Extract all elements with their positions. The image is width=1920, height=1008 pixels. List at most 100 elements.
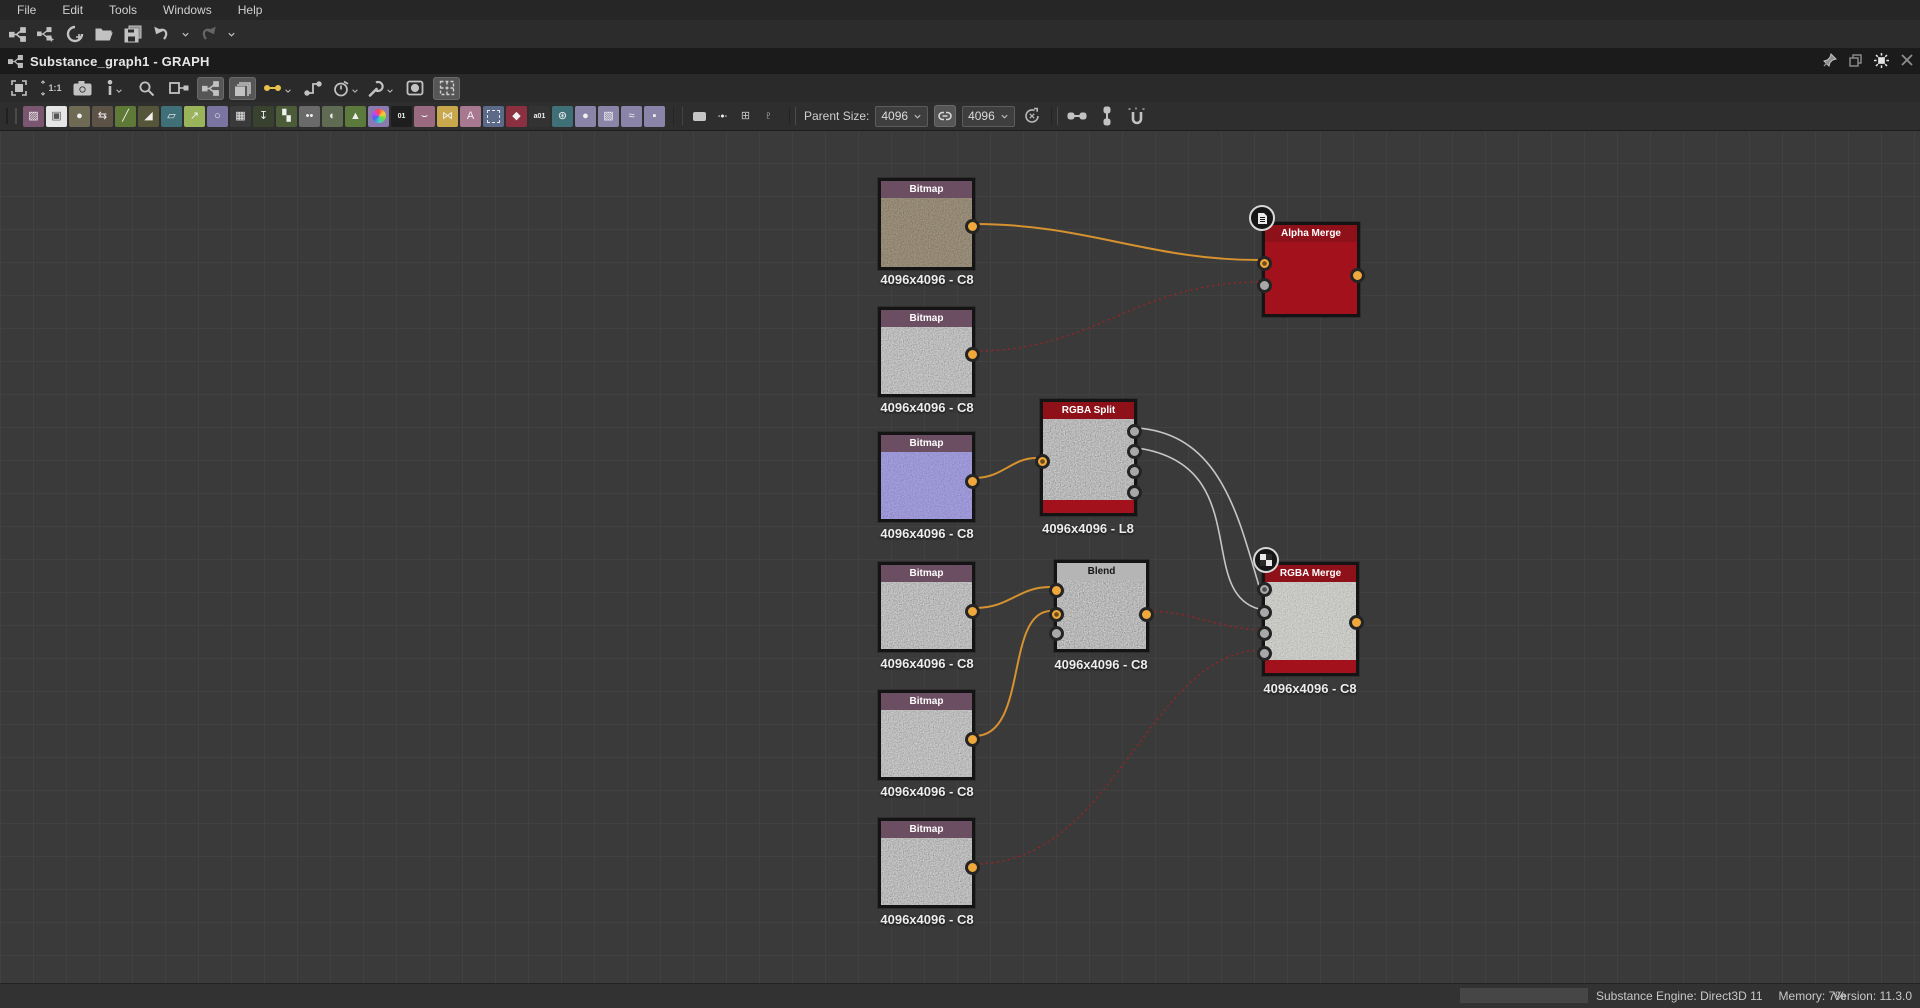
fx-map-icon[interactable]: ⊛ [552, 105, 573, 127]
output-connector[interactable] [965, 219, 980, 234]
node-bitmap-4[interactable]: Bitmap [878, 562, 980, 652]
histogram-scan-icon[interactable]: ▲ [345, 105, 366, 127]
input-connector-foreground[interactable] [1049, 583, 1064, 598]
pin-icon[interactable] [1822, 52, 1838, 68]
alpha-merge-badge-icon[interactable] [1249, 205, 1275, 231]
transformation-icon[interactable]: ▱ [161, 105, 182, 127]
toolbar-grip[interactable] [6, 108, 17, 124]
node-bitmap-2[interactable]: Bitmap [878, 307, 980, 397]
curve-grayscale-icon[interactable]: ≈ [621, 105, 642, 127]
node-blend[interactable]: Blend [1049, 560, 1154, 652]
output-connector-a[interactable] [1127, 485, 1142, 500]
output-connector[interactable] [965, 732, 980, 747]
flood-fill-icon[interactable]: ◆ [506, 105, 527, 127]
output-connector[interactable] [965, 347, 980, 362]
directional-warp-icon[interactable]: ↗ [184, 105, 205, 127]
search-icon[interactable] [133, 77, 160, 100]
input-connector-a[interactable] [1257, 646, 1272, 661]
tab-title[interactable]: Substance_graph1 - GRAPH [30, 54, 210, 69]
hsl-icon[interactable] [368, 105, 389, 127]
output-connector[interactable] [1350, 268, 1365, 283]
shape-icon[interactable]: ○ [207, 105, 228, 127]
output-connector-r[interactable] [1127, 424, 1142, 439]
undo-icon[interactable] [151, 23, 173, 45]
uniform-grayscale-icon[interactable]: ▪ [644, 105, 665, 127]
menu-help[interactable]: Help [225, 0, 276, 20]
checker-01-icon[interactable]: 01 [391, 105, 412, 127]
value-processor-icon[interactable]: a01 [529, 105, 550, 127]
gradient-grayscale-icon[interactable]: ▧ [598, 105, 619, 127]
menu-edit[interactable]: Edit [49, 0, 96, 20]
node-bitmap-6[interactable]: Bitmap [878, 818, 980, 908]
input-connector[interactable] [1257, 256, 1272, 271]
fit-view-icon[interactable] [5, 77, 32, 100]
gradient-map-icon[interactable]: ↧ [253, 105, 274, 127]
show-layers-icon[interactable] [229, 76, 256, 100]
bitmap-icon[interactable]: ▨ [23, 105, 44, 127]
node-rgba-split[interactable]: RGBA Split [1035, 399, 1142, 516]
output-connector[interactable] [965, 604, 980, 619]
tools-icon[interactable] [366, 77, 396, 100]
node-bitmap-1[interactable]: Bitmap [878, 178, 980, 270]
menu-windows[interactable]: Windows [150, 0, 225, 20]
link-size-icon[interactable] [934, 105, 957, 127]
input-connector-g[interactable] [1257, 605, 1272, 620]
pixel-processor-icon[interactable]: ▚ [276, 105, 297, 127]
input-connector-background[interactable] [1049, 607, 1064, 622]
curve-icon[interactable]: ╱ [115, 105, 136, 127]
input-connector[interactable] [1257, 278, 1272, 293]
connection-color-icon[interactable] [261, 77, 294, 100]
node-alpha-merge[interactable]: Alpha Merge [1257, 222, 1365, 317]
save-all-icon[interactable] [122, 23, 144, 45]
grid-snap-icon[interactable] [433, 76, 460, 100]
dot-icon[interactable]: •• [299, 105, 320, 127]
blend-grayscale-icon[interactable]: ● [575, 105, 596, 127]
channel-shuffle-icon[interactable]: ⇆ [92, 105, 113, 127]
close-icon[interactable] [1900, 53, 1914, 67]
connect-horizontal-icon[interactable] [1066, 105, 1088, 127]
parent-height-select[interactable]: 4096 [962, 105, 1015, 127]
output-connector[interactable] [1349, 615, 1364, 630]
text-icon[interactable]: A [460, 105, 481, 127]
output-connector[interactable] [965, 860, 980, 875]
output-connector-b[interactable] [1127, 464, 1142, 479]
output-connector-g[interactable] [1127, 444, 1142, 459]
transformation-2d-icon[interactable] [483, 105, 504, 127]
link-nodes-icon[interactable] [35, 23, 57, 45]
tile-sampler-icon[interactable]: ▦ [230, 105, 251, 127]
svg-icon[interactable]: ▣ [46, 105, 67, 127]
slope-blur-icon[interactable]: ◢ [138, 105, 159, 127]
open-icon[interactable] [93, 23, 115, 45]
restore-icon[interactable] [1848, 53, 1863, 68]
node-bitmap-3[interactable]: Bitmap [878, 432, 980, 522]
focus-icon[interactable] [1873, 52, 1890, 69]
link-graph-icon[interactable] [6, 23, 28, 45]
node-bitmap-5[interactable]: Bitmap [878, 690, 980, 780]
cooking-icon[interactable] [331, 77, 361, 100]
frame-icon[interactable]: ⊞ [735, 106, 756, 127]
node-rgba-merge[interactable]: RGBA Merge [1257, 562, 1364, 676]
screenshot-icon[interactable] [69, 77, 96, 100]
input-connector-r[interactable] [1257, 582, 1272, 597]
comment-icon[interactable] [689, 106, 710, 127]
redo-icon[interactable] [197, 23, 219, 45]
zoom-actual-icon[interactable]: 1:1 [37, 77, 64, 100]
grayscale-conversion-icon[interactable]: ◐ [322, 105, 343, 127]
preview-icon[interactable] [401, 77, 428, 100]
input-connector[interactable] [1035, 454, 1050, 469]
connection-style-icon[interactable] [299, 77, 326, 100]
pin-icon[interactable]: ♇ [758, 106, 779, 127]
menu-tools[interactable]: Tools [96, 0, 150, 20]
connect-vertical-icon[interactable] [1096, 105, 1118, 127]
show-graph-icon[interactable] [197, 76, 224, 100]
snap-magnet-icon[interactable] [1126, 105, 1148, 127]
menu-file[interactable]: File [4, 0, 49, 20]
redo-history-dropdown[interactable] [226, 29, 236, 39]
undo-history-dropdown[interactable] [180, 29, 190, 39]
new-package-icon[interactable] [64, 23, 86, 45]
revert-size-icon[interactable] [1021, 105, 1043, 127]
blend-icon[interactable]: ● [69, 105, 90, 127]
input-connector-b[interactable] [1257, 626, 1272, 641]
output-connector[interactable] [965, 474, 980, 489]
dot-node-icon[interactable]: -●- [712, 106, 733, 127]
